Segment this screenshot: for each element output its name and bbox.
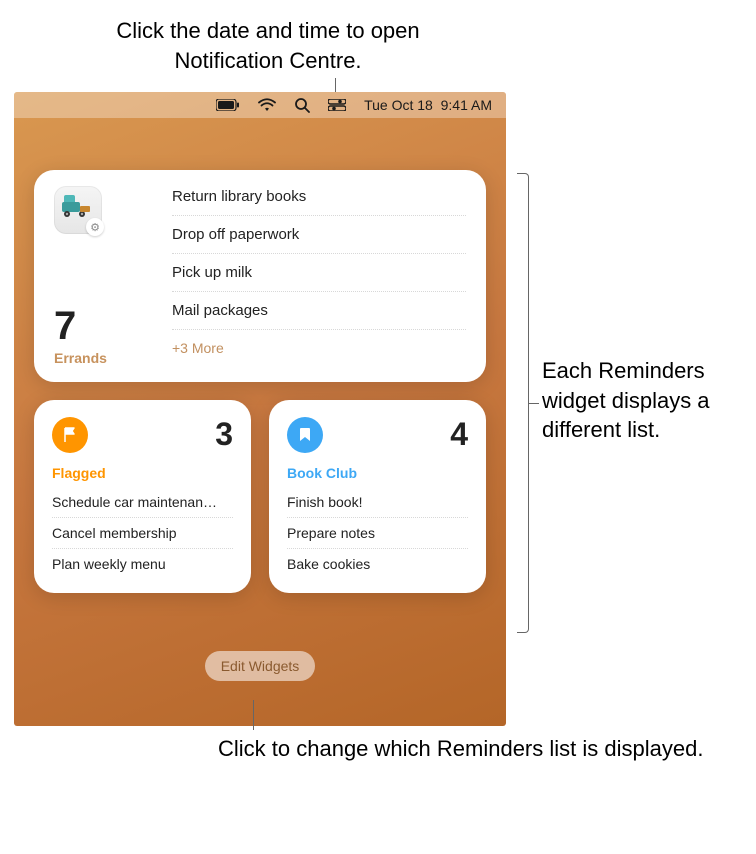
errands-list-icon: ⚙ <box>54 186 102 234</box>
widgets-area: ⚙ 7 Errands Return library books Drop of… <box>14 118 506 681</box>
edit-widgets-button[interactable]: Edit Widgets <box>205 651 316 681</box>
reminder-item[interactable]: Drop off paperwork <box>172 216 466 254</box>
reminders-widget-errands[interactable]: ⚙ 7 Errands Return library books Drop of… <box>34 170 486 382</box>
reminder-item[interactable]: Mail packages <box>172 292 466 330</box>
callout-bottom: Click to change which Reminders list is … <box>218 734 703 764</box>
menubar-datetime[interactable]: Tue Oct 18 9:41 AM <box>364 97 492 113</box>
errands-count: 7 <box>54 306 150 346</box>
reminder-item[interactable]: Return library books <box>172 186 466 216</box>
callout-top: Click the date and time to open Notifica… <box>60 16 476 75</box>
truck-icon <box>60 194 96 218</box>
reminders-widget-bookclub[interactable]: 4 Book Club Finish book! Prepare notes B… <box>269 400 486 593</box>
callout-bracket <box>517 173 529 633</box>
spotlight-icon[interactable] <box>294 97 310 113</box>
bookclub-title: Book Club <box>287 465 468 481</box>
callout-line <box>253 700 254 730</box>
reminder-item[interactable]: Schedule car maintenan… <box>52 487 233 518</box>
menubar: Tue Oct 18 9:41 AM <box>14 92 506 118</box>
reminder-item[interactable]: Plan weekly menu <box>52 549 233 579</box>
more-items-link[interactable]: +3 More <box>172 330 466 356</box>
callout-right: Each Reminders widget displays a differe… <box>542 356 756 445</box>
wifi-icon[interactable] <box>258 98 276 112</box>
flagged-count: 3 <box>215 416 233 453</box>
reminder-item[interactable]: Finish book! <box>287 487 468 518</box>
battery-icon[interactable] <box>216 99 240 111</box>
reminders-widget-flagged[interactable]: 3 Flagged Schedule car maintenan… Cancel… <box>34 400 251 593</box>
flagged-title: Flagged <box>52 465 233 481</box>
gear-icon: ⚙ <box>86 218 104 236</box>
reminder-item[interactable]: Prepare notes <box>287 518 468 549</box>
flag-icon <box>52 417 88 453</box>
reminder-item[interactable]: Bake cookies <box>287 549 468 579</box>
errands-title: Errands <box>54 350 150 366</box>
notification-centre-screenshot: Tue Oct 18 9:41 AM ⚙ 7 <box>14 92 506 726</box>
bookclub-count: 4 <box>450 416 468 453</box>
bookmark-icon <box>287 417 323 453</box>
control-centre-icon[interactable] <box>328 99 346 111</box>
reminder-item[interactable]: Pick up milk <box>172 254 466 292</box>
reminder-item[interactable]: Cancel membership <box>52 518 233 549</box>
